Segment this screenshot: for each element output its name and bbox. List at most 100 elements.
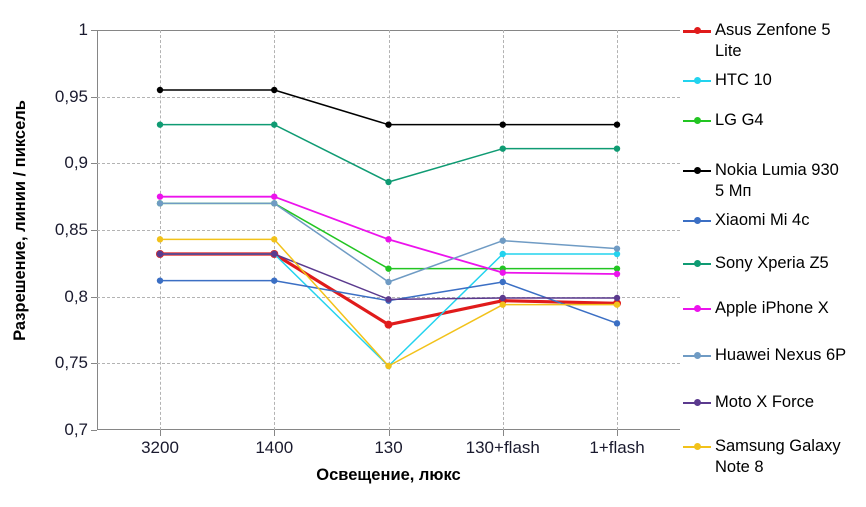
data-point — [499, 237, 506, 244]
legend-marker-dot-icon — [694, 77, 701, 84]
chart-legend: Asus Zenfone 5 Lite HTC 10 LG G4 Nokia Lumi… — [683, 8, 866, 500]
y-tick-label: 0,85 — [54, 220, 88, 239]
legend-marker-dot-icon — [694, 117, 701, 124]
series-line — [159, 202, 618, 270]
legend-marker-dot-icon — [694, 260, 701, 267]
data-point — [613, 320, 621, 327]
data-point — [156, 250, 164, 258]
data-point — [156, 193, 164, 200]
series-moto-x-force — [156, 250, 621, 303]
series-line — [159, 123, 618, 183]
x-tick-label: 130 — [374, 438, 403, 457]
x-tick-label: 1+flash — [589, 438, 645, 457]
y-tick-label: 0,95 — [54, 86, 88, 106]
legend-item[interactable]: Huawei Nexus 6P — [683, 345, 866, 366]
y-tick-mark — [91, 363, 97, 365]
data-point — [499, 269, 506, 276]
legend-item[interactable]: Xiaomi Mi 4c — [683, 210, 866, 231]
legend-item-label: LG G4 — [715, 111, 764, 129]
x-axis-title: Освещение, люкс — [316, 466, 461, 484]
y-tick-label: 0,9 — [64, 153, 88, 173]
series-line — [159, 195, 618, 275]
data-point — [385, 236, 392, 243]
legend-item[interactable]: Sony Xperia Z5 — [683, 253, 866, 274]
legend-item[interactable]: Asus Zenfone 5 Lite — [683, 20, 866, 62]
legend-item-label: Xiaomi Mi 4c — [715, 211, 810, 229]
legend-marker-dot-icon — [694, 399, 701, 406]
x-tick-label: 1400 — [255, 438, 294, 457]
data-point — [271, 86, 278, 94]
legend-item-label: Apple iPhone X — [715, 299, 829, 317]
series-line — [159, 89, 618, 126]
legend-color-swatch-icon — [683, 211, 711, 230]
legend-marker-dot-icon — [694, 217, 701, 224]
series-layer — [156, 86, 621, 370]
x-tick-label: 130+flash — [465, 438, 540, 457]
data-point — [156, 121, 164, 128]
series-lg-g4 — [156, 200, 621, 272]
legend-item-label: Sony Xperia Z5 — [715, 254, 829, 272]
y-tick-mark — [91, 163, 97, 165]
y-tick-mark — [91, 96, 97, 98]
data-point — [385, 296, 392, 303]
legend-item-label: Nokia Lumia 930 5 Мп — [715, 161, 839, 200]
data-point — [384, 320, 393, 329]
legend-color-swatch-icon — [683, 111, 711, 130]
legend-color-swatch-icon — [683, 437, 711, 456]
data-point — [271, 121, 278, 128]
data-point — [385, 121, 392, 128]
legend-color-swatch-icon — [683, 71, 711, 90]
data-point — [613, 301, 621, 308]
data-point — [613, 294, 621, 302]
legend-color-swatch-icon — [683, 254, 711, 273]
y-axis-title: Разрешение, линии / пиксель — [0, 0, 40, 440]
data-point — [613, 145, 621, 152]
y-tick-mark — [91, 30, 97, 31]
chart-root: Разрешение, линии / пиксель 3200 1400 130 1… — [0, 0, 866, 507]
legend-item[interactable]: LG G4 — [683, 110, 866, 131]
data-point — [385, 278, 392, 286]
legend-item[interactable]: Apple iPhone X — [683, 298, 866, 319]
series-apple-iphone-x — [156, 193, 621, 278]
series-asus-zenfone-5-lite — [156, 250, 621, 329]
legend-item[interactable]: HTC 10 — [683, 70, 866, 91]
data-point — [613, 121, 621, 128]
data-point — [613, 245, 621, 252]
data-point — [271, 193, 278, 200]
legend-marker-dot-icon — [694, 305, 701, 312]
legend-item-label: Moto X Force — [715, 393, 815, 411]
series-nokia-lumia-930-5 — [156, 86, 621, 128]
y-tick-mark — [91, 430, 97, 431]
data-point — [499, 250, 506, 258]
plot-area: 3200 1400 130 130+flash 1+flash 0,7 0,75 0,8 0,… — [55, 20, 680, 457]
y-tick-label: 0,75 — [54, 353, 88, 373]
legend-item[interactable]: Nokia Lumia 930 5 Мп — [683, 160, 866, 202]
legend-color-swatch-icon — [683, 393, 711, 412]
data-point — [271, 200, 278, 207]
legend-item-label: Huawei Nexus 6P — [715, 346, 847, 364]
legend-color-swatch-icon — [683, 21, 711, 40]
legend-item-label: Samsung Galaxy Note 8 — [715, 437, 841, 476]
x-tick-mark — [274, 430, 276, 436]
y-tick-label: 0,8 — [64, 286, 88, 306]
series-sony-xperia-z5 — [156, 121, 621, 186]
legend-item-label: HTC 10 — [715, 71, 772, 89]
legend-color-swatch-icon — [683, 346, 711, 365]
legend-marker-dot-icon — [694, 352, 701, 359]
legend-color-swatch-icon — [683, 299, 711, 318]
legend-item-label: Asus Zenfone 5 Lite — [715, 21, 831, 60]
data-point — [385, 265, 392, 272]
data-point — [156, 200, 164, 207]
series-line — [159, 253, 618, 301]
data-point — [613, 270, 621, 278]
data-point — [499, 145, 506, 152]
legend-marker-dot-icon — [694, 167, 701, 174]
y-tick-mark — [91, 230, 97, 231]
data-point — [385, 362, 392, 370]
legend-item[interactable]: Samsung Galaxy Note 8 — [683, 436, 866, 478]
y-tick-mark — [91, 296, 97, 298]
y-tick-label: 1 — [78, 20, 88, 39]
legend-item[interactable]: Moto X Force — [683, 392, 866, 413]
data-point — [156, 277, 164, 284]
x-tick-mark — [617, 430, 618, 436]
